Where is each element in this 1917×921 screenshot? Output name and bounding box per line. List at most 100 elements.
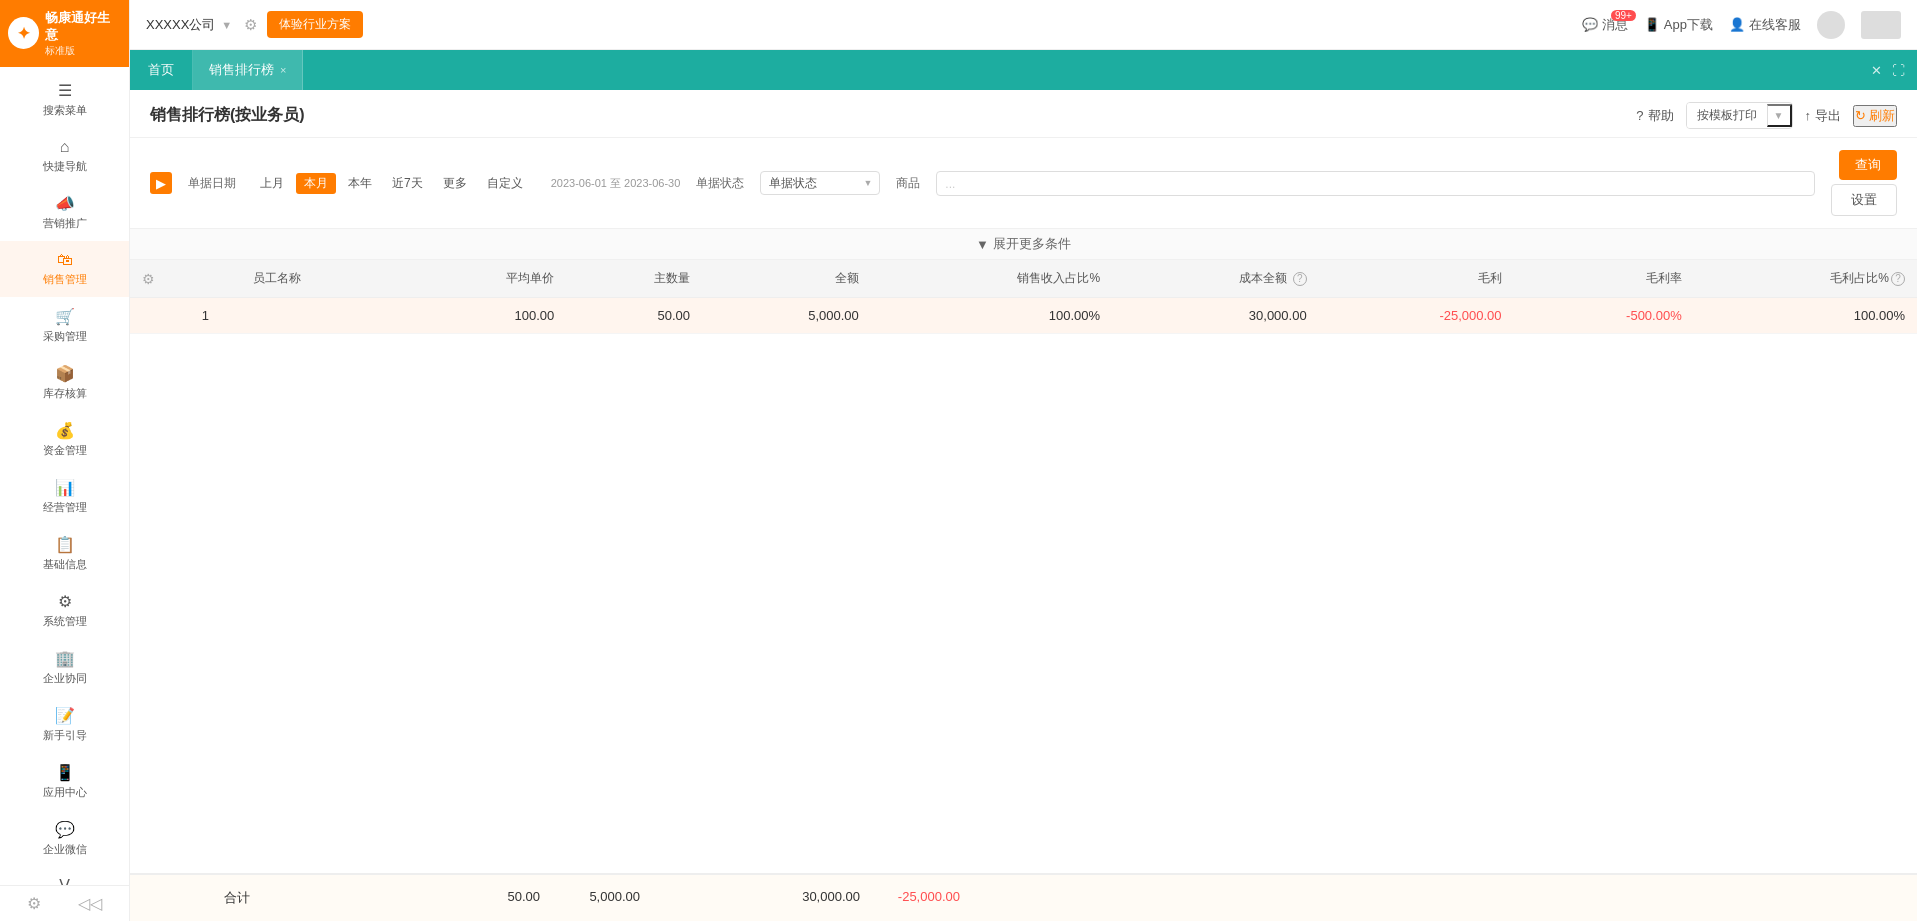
footer-settings-cell [142, 885, 182, 911]
sidebar-item-marketing[interactable]: 📣 营销推广 [0, 184, 129, 241]
footer-cells: 合计 50.00 5,000.00 30,000.00 -25,000.00 [142, 885, 1905, 911]
footer-label: 合计 [212, 885, 392, 911]
footer-avg-price [392, 885, 472, 911]
col-cost: 成本全额 ? [1112, 260, 1319, 298]
sidebar-item-inventory[interactable]: 📦 库存核算 [0, 354, 129, 411]
data-table: ⚙ 员工名称 平均单价 主数量 全额 销售收入占比% 成本全额 ? 毛利 毛利率… [130, 260, 1917, 334]
sidebar-bottom: ⚙ ◁◁ [0, 885, 129, 921]
settings-bottom-icon[interactable]: ⚙ [27, 894, 41, 913]
table-header-row: ⚙ 员工名称 平均单价 主数量 全额 销售收入占比% 成本全额 ? 毛利 毛利率… [130, 260, 1917, 298]
enterprise-icon: 🏢 [55, 649, 75, 668]
print-btn[interactable]: 按模板打印 [1687, 103, 1767, 128]
print-arrow-icon[interactable]: ▼ [1767, 104, 1792, 127]
logo-icon: ✦ [8, 17, 39, 49]
purchase-icon: 🛒 [55, 307, 75, 326]
cell-avg-price: 100.00 [403, 298, 566, 334]
date-tab-current-month[interactable]: 本月 [296, 173, 336, 194]
wechat-icon: 💬 [55, 820, 75, 839]
sidebar-item-guide[interactable]: 📝 新手引导 [0, 696, 129, 753]
header-actions: ? 帮助 按模板打印 ▼ ↑ 导出 ↻ 刷新 [1636, 102, 1897, 129]
date-tab-prev-month[interactable]: 上月 [252, 173, 292, 194]
help-btn[interactable]: ? 帮助 [1636, 107, 1673, 125]
sidebar-item-system[interactable]: ⚙ 系统管理 [0, 582, 129, 639]
date-tab-more[interactable]: 更多 [435, 173, 475, 194]
sidebar-item-finance[interactable]: 💰 资金管理 [0, 411, 129, 468]
app-subtitle: 标准版 [45, 44, 121, 57]
close-window-icon[interactable]: ✕ [1871, 63, 1882, 78]
sidebar-item-sales[interactable]: 🛍 销售管理 [0, 241, 129, 297]
footer-gross-pct [1052, 885, 1132, 911]
export-btn[interactable]: ↑ 导出 [1805, 107, 1842, 125]
message-badge: 99+ [1611, 10, 1636, 21]
collapse-sidebar-icon[interactable]: ◁◁ [78, 894, 102, 913]
tab-close-icon[interactable]: × [280, 64, 286, 76]
user-name-placeholder [1861, 11, 1901, 39]
page-container: 销售排行榜(按业务员) ? 帮助 按模板打印 ▼ ↑ 导出 [130, 90, 1917, 921]
settings-btn[interactable]: 设置 [1831, 184, 1897, 216]
online-service-action[interactable]: 👤 在线客服 [1729, 16, 1801, 34]
user-avatar[interactable] [1817, 11, 1845, 39]
filter-expand-icon[interactable]: ▶ [150, 172, 172, 194]
expand-conditions-btn[interactable]: ▼ 展开更多条件 [976, 235, 1071, 253]
app-download-label: App下载 [1664, 16, 1713, 34]
sidebar-item-quick-nav[interactable]: ⌂ 快捷导航 [0, 128, 129, 184]
gross-pct-info-icon[interactable]: ? [1891, 272, 1905, 286]
tab-label: 销售排行榜 [209, 61, 274, 79]
table-body: 1 100.00 50.00 5,000.00 100.00% 30,000.0… [130, 298, 1917, 334]
sidebar-item-app-center[interactable]: 📱 应用中心 [0, 753, 129, 810]
cell-gross: -25,000.00 [1319, 298, 1514, 334]
col-qty: 主数量 [566, 260, 702, 298]
filter-actions: 查询 设置 [1831, 150, 1897, 216]
cost-info-icon[interactable]: ? [1293, 272, 1307, 286]
sidebar-item-enterprise[interactable]: 🏢 企业协同 [0, 639, 129, 696]
company-arrow-icon: ▼ [221, 19, 232, 31]
col-amount: 全额 [702, 260, 871, 298]
sidebar-item-member[interactable]: V 畅会员 [0, 867, 129, 885]
inventory-icon: 📦 [55, 364, 75, 383]
status-select[interactable]: 单据状态 [760, 171, 880, 195]
help-icon: ? [1636, 108, 1643, 123]
sidebar-item-purchase[interactable]: 🛒 采购管理 [0, 297, 129, 354]
sidebar-item-wechat[interactable]: 💬 企业微信 [0, 810, 129, 867]
date-tab-custom[interactable]: 自定义 [479, 173, 531, 194]
maximize-window-icon[interactable]: ⛶ [1892, 63, 1905, 78]
col-gross: 毛利 [1319, 260, 1514, 298]
more-conditions-bar: ▼ 展开更多条件 [130, 229, 1917, 260]
sidebar-nav: ☰ 搜索菜单 ⌂ 快捷导航 📣 营销推广 🛍 销售管理 🛒 采购管理 📦 库存核… [0, 67, 129, 885]
date-tab-7days[interactable]: 近7天 [384, 173, 431, 194]
trial-btn[interactable]: 体验行业方案 [267, 11, 363, 38]
date-tab-year[interactable]: 本年 [340, 173, 380, 194]
service-icon: 👤 [1729, 17, 1745, 32]
tab-sales-ranking[interactable]: 销售排行榜 × [193, 50, 303, 90]
cell-rank: 1 [170, 298, 241, 334]
print-btn-group: 按模板打印 ▼ [1686, 102, 1793, 129]
finance-icon: 💰 [55, 421, 75, 440]
cell-amount: 5,000.00 [702, 298, 871, 334]
col-employee-name: 员工名称 [241, 260, 404, 298]
sidebar-item-base-info[interactable]: 📋 基础信息 [0, 525, 129, 582]
sidebar-item-search[interactable]: ☰ 搜索菜单 [0, 71, 129, 128]
main-content: XXXXX公司 ▼ ⚙ 体验行业方案 💬 消息 99+ 📱 App下载 👤 在线… [130, 0, 1917, 921]
col-settings: ⚙ [130, 260, 170, 298]
app-title: 畅康通好生意 [45, 10, 121, 44]
cell-settings [130, 298, 170, 334]
topbar: XXXXX公司 ▼ ⚙ 体验行业方案 💬 消息 99+ 📱 App下载 👤 在线… [130, 0, 1917, 50]
tab-home[interactable]: 首页 [130, 50, 193, 90]
message-action[interactable]: 💬 消息 99+ [1582, 16, 1628, 34]
cell-cost: 30,000.00 [1112, 298, 1319, 334]
company-settings-icon[interactable]: ⚙ [244, 16, 257, 34]
table-settings-icon[interactable]: ⚙ [142, 271, 155, 287]
col-rank [170, 260, 241, 298]
table-footer: 合计 50.00 5,000.00 30,000.00 -25,000.00 [130, 873, 1917, 921]
service-label: 在线客服 [1749, 16, 1801, 34]
footer-cost: 30,000.00 [772, 885, 872, 911]
sidebar-item-operations[interactable]: 📊 经营管理 [0, 468, 129, 525]
refresh-btn[interactable]: ↻ 刷新 [1853, 105, 1897, 127]
app-download-action[interactable]: 📱 App下载 [1644, 16, 1713, 34]
search-icon: ☰ [58, 81, 72, 100]
status-select-wrapper: 单据状态 [760, 171, 880, 195]
company-selector[interactable]: XXXXX公司 ▼ [146, 16, 232, 34]
query-btn[interactable]: 查询 [1839, 150, 1897, 180]
export-icon: ↑ [1805, 108, 1812, 123]
tabbar: 首页 销售排行榜 × ✕ ⛶ [130, 50, 1917, 90]
